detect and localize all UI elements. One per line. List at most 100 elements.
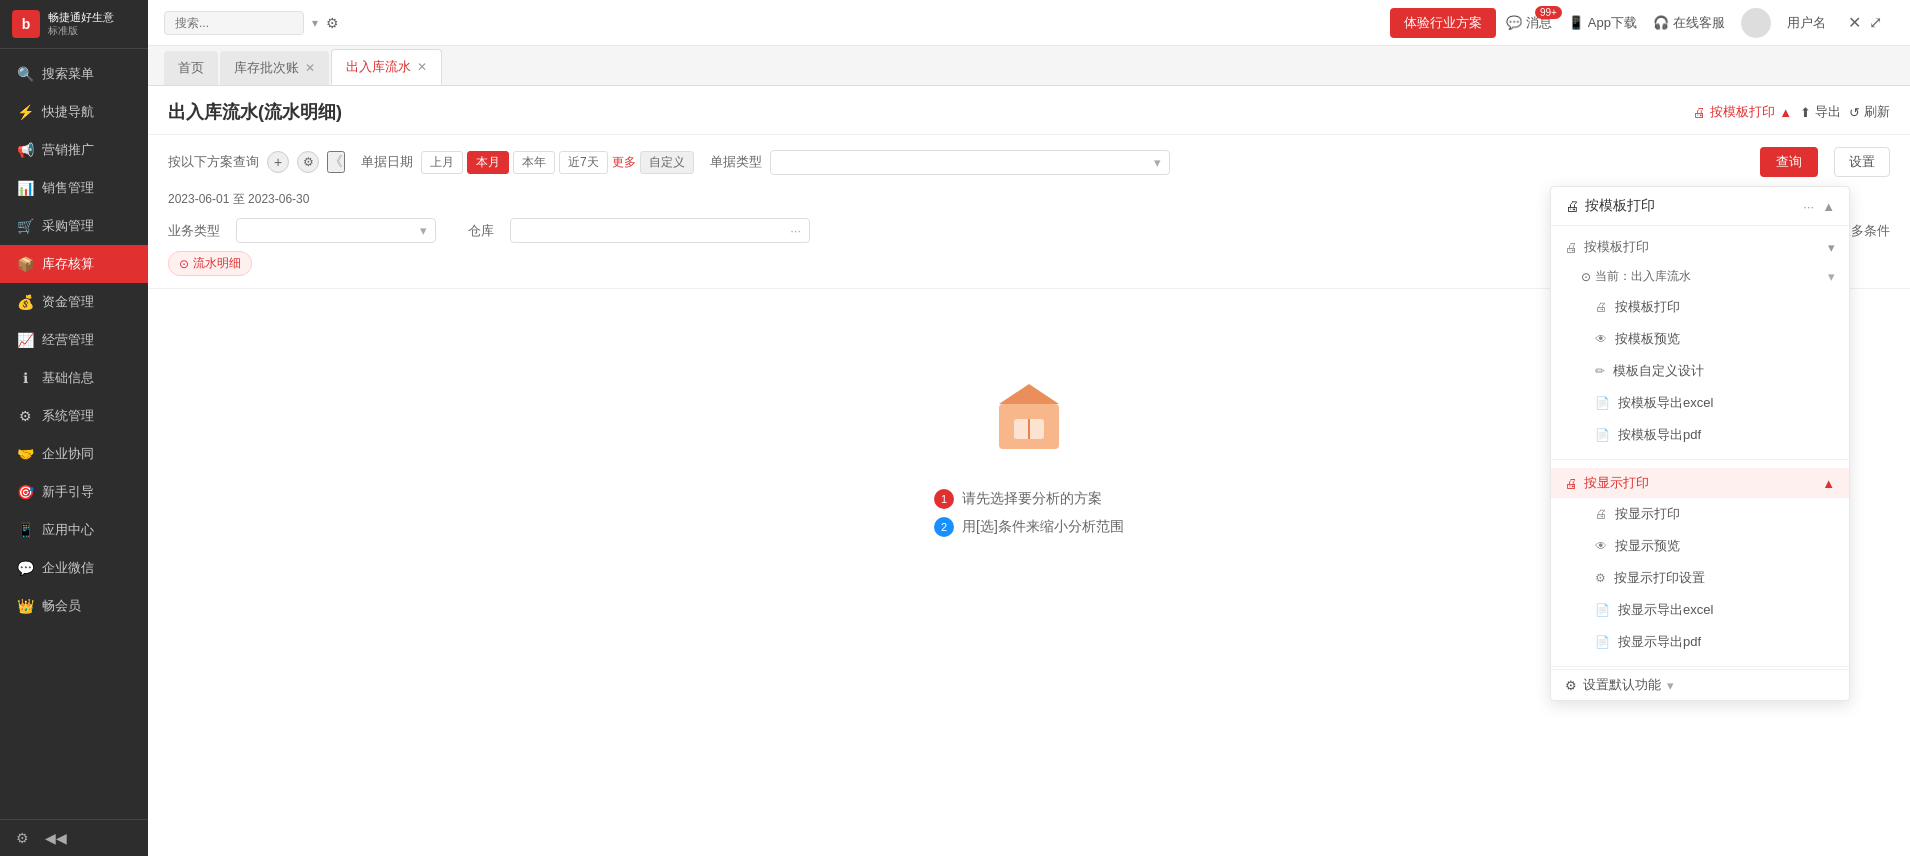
sidebar-item-finance[interactable]: 💰 资金管理 xyxy=(0,283,148,321)
collapse-sidebar-icon[interactable]: ◀◀ xyxy=(45,830,67,846)
header-search-arrow[interactable]: ▾ xyxy=(312,16,318,30)
template-export-pdf-action[interactable]: 📄 按模板导出pdf xyxy=(1551,419,1849,451)
print-icon: 🖨 xyxy=(1693,105,1706,120)
sidebar-item-wechat[interactable]: 💬 企业微信 xyxy=(0,549,148,587)
tab-home[interactable]: 首页 xyxy=(164,51,218,85)
date-7days[interactable]: 近7天 xyxy=(559,151,608,174)
display-export-excel-action[interactable]: 📄 按显示导出excel xyxy=(1551,594,1849,626)
date-more-button[interactable]: 更多 xyxy=(612,154,636,171)
sidebar-item-purchase[interactable]: 🛒 采购管理 xyxy=(0,207,148,245)
sidebar-item-system[interactable]: ⚙ 系统管理 xyxy=(0,397,148,435)
date-this-month[interactable]: 本月 xyxy=(467,151,509,174)
display-print-section-icon: 🖨 xyxy=(1565,476,1578,491)
empty-step-1: 1 请先选择要分析的方案 xyxy=(934,489,1124,509)
display-print-header[interactable]: 🖨 按显示打印 ▲ xyxy=(1551,468,1849,498)
date-custom-button[interactable]: 自定义 xyxy=(640,151,694,174)
date-filter: 上月 本月 本年 近7天 更多 自定义 xyxy=(421,151,694,174)
top-header: ▾ ⚙ 体验行业方案 💬 消息 99+ 📱 App下载 🎧 在线客服 用户名 ✕… xyxy=(148,0,1910,46)
display-pdf-icon: 📄 xyxy=(1595,635,1610,649)
sidebar-item-apps[interactable]: 📱 应用中心 xyxy=(0,511,148,549)
query-button[interactable]: 查询 xyxy=(1760,147,1818,177)
print-template-button[interactable]: 🖨 按模板打印 ▲ xyxy=(1693,103,1792,121)
template-preview-action[interactable]: 👁 按模板预览 xyxy=(1551,323,1849,355)
quick-nav-icon: ⚡ xyxy=(16,103,34,121)
close-window-button[interactable]: ✕ xyxy=(1848,13,1861,32)
sidebar: b 畅捷通好生意 标准版 🔍 搜索菜单 ⚡ 快捷导航 📢 营销推广 📊 销售管理… xyxy=(0,0,148,856)
maximize-window-button[interactable]: ⤢ xyxy=(1869,13,1882,32)
refresh-button[interactable]: ↺ 刷新 xyxy=(1849,103,1890,121)
sidebar-bottom: ⚙ ◀◀ xyxy=(0,819,148,856)
app-download-action[interactable]: 📱 App下载 xyxy=(1568,14,1637,32)
sidebar-item-cooperation[interactable]: 🤝 企业协同 xyxy=(0,435,148,473)
display-export-pdf-action[interactable]: 📄 按显示导出pdf xyxy=(1551,626,1849,658)
set-default-button[interactable]: ⚙ 设置默认功能 ▾ xyxy=(1565,676,1674,694)
tab-bar: 首页 库存批次账 ✕ 出入库流水 ✕ xyxy=(148,46,1910,86)
biz-type-arrow-icon: ▾ xyxy=(420,223,427,238)
export-button[interactable]: ⬆ 导出 xyxy=(1800,103,1841,121)
filter-collapse-button[interactable]: 《 xyxy=(327,151,345,173)
template-print-header[interactable]: 🖨 按模板打印 ▾ xyxy=(1551,232,1849,262)
inventory-icon: 📦 xyxy=(16,255,34,273)
template-export-excel-action[interactable]: 📄 按模板导出excel xyxy=(1551,387,1849,419)
template-print-icon: 🖨 xyxy=(1595,300,1607,314)
display-print-settings-action[interactable]: ⚙ 按显示打印设置 xyxy=(1551,562,1849,594)
user-avatar[interactable] xyxy=(1741,8,1771,38)
dropdown-header: 🖨 按模板打印 ··· ▲ xyxy=(1551,187,1849,226)
tab-flow[interactable]: 出入库流水 ✕ xyxy=(331,49,442,85)
date-this-year[interactable]: 本年 xyxy=(513,151,555,174)
dropdown-collapse-icon[interactable]: ▲ xyxy=(1822,199,1835,214)
template-excel-icon: 📄 xyxy=(1595,396,1610,410)
sidebar-item-members[interactable]: 👑 畅会员 xyxy=(0,587,148,625)
current-template-item: ⊙ 当前：出入库流水 ▾ xyxy=(1551,262,1849,291)
filter-add-button[interactable]: + xyxy=(267,151,289,173)
display-excel-icon: 📄 xyxy=(1595,603,1610,617)
sidebar-item-basic[interactable]: ℹ 基础信息 xyxy=(0,359,148,397)
dropdown-more-icon[interactable]: ··· xyxy=(1803,199,1814,214)
settings-button[interactable]: 设置 xyxy=(1834,147,1890,177)
active-filter-tag[interactable]: ⊙ 流水明细 xyxy=(168,251,252,276)
trial-button[interactable]: 体验行业方案 xyxy=(1390,8,1496,38)
tab-batch-close[interactable]: ✕ xyxy=(305,61,315,75)
sidebar-item-marketing[interactable]: 📢 营销推广 xyxy=(0,131,148,169)
search-icon: 🔍 xyxy=(16,65,34,83)
header-search-input[interactable] xyxy=(164,11,304,35)
doc-type-select[interactable]: ▾ xyxy=(770,150,1170,175)
sales-icon: 📊 xyxy=(16,179,34,197)
template-design-action[interactable]: ✏ 模板自定义设计 xyxy=(1551,355,1849,387)
header-left: ▾ ⚙ xyxy=(164,11,1380,35)
sidebar-item-operation[interactable]: 📈 经营管理 xyxy=(0,321,148,359)
display-print-action[interactable]: 🖨 按显示打印 xyxy=(1551,498,1849,530)
display-preview-action[interactable]: 👁 按显示预览 xyxy=(1551,530,1849,562)
sidebar-item-search[interactable]: 🔍 搜索菜单 xyxy=(0,55,148,93)
finance-icon: 💰 xyxy=(16,293,34,311)
app-download-icon: 📱 xyxy=(1568,15,1584,30)
window-controls: ✕ ⤢ xyxy=(1836,13,1894,32)
biz-type-label: 业务类型 xyxy=(168,222,220,240)
sidebar-item-guide[interactable]: 🎯 新手引导 xyxy=(0,473,148,511)
section-separator xyxy=(1551,459,1849,460)
sidebar-item-sales[interactable]: 📊 销售管理 xyxy=(0,169,148,207)
sidebar-item-inventory[interactable]: 📦 库存核算 xyxy=(0,245,148,283)
message-action[interactable]: 💬 消息 99+ xyxy=(1506,14,1552,32)
tab-batch[interactable]: 库存批次账 ✕ xyxy=(220,51,329,85)
header-gear-icon[interactable]: ⚙ xyxy=(326,15,339,31)
settings-bottom-icon[interactable]: ⚙ xyxy=(16,830,29,846)
system-icon: ⚙ xyxy=(16,407,34,425)
warehouse-input[interactable]: ··· xyxy=(510,218,810,243)
display-print-section: 🖨 按显示打印 ▲ 🖨 按显示打印 👁 按显示预览 ⚙ 按显示打印设置 xyxy=(1551,462,1849,664)
display-section-arrow: ▲ xyxy=(1822,476,1835,491)
dropdown-header-actions: ··· ▲ xyxy=(1803,199,1835,214)
tab-flow-close[interactable]: ✕ xyxy=(417,60,427,74)
sidebar-item-quick-nav[interactable]: ⚡ 快捷导航 xyxy=(0,93,148,131)
app-name: 畅捷通好生意 xyxy=(48,10,114,24)
filter-setting-button[interactable]: ⚙ xyxy=(297,151,319,173)
biz-type-select[interactable]: ▾ xyxy=(236,218,436,243)
template-print-action[interactable]: 🖨 按模板打印 xyxy=(1551,291,1849,323)
guide-icon: 🎯 xyxy=(16,483,34,501)
date-last-month[interactable]: 上月 xyxy=(421,151,463,174)
display-settings-icon: ⚙ xyxy=(1595,571,1606,585)
current-arrow: ▾ xyxy=(1828,269,1835,284)
online-service-action[interactable]: 🎧 在线客服 xyxy=(1653,14,1725,32)
page-header: 出入库流水(流水明细) 🖨 按模板打印 ▲ ⬆ 导出 ↺ 刷新 xyxy=(148,86,1910,135)
warehouse-label: 仓库 xyxy=(468,222,494,240)
